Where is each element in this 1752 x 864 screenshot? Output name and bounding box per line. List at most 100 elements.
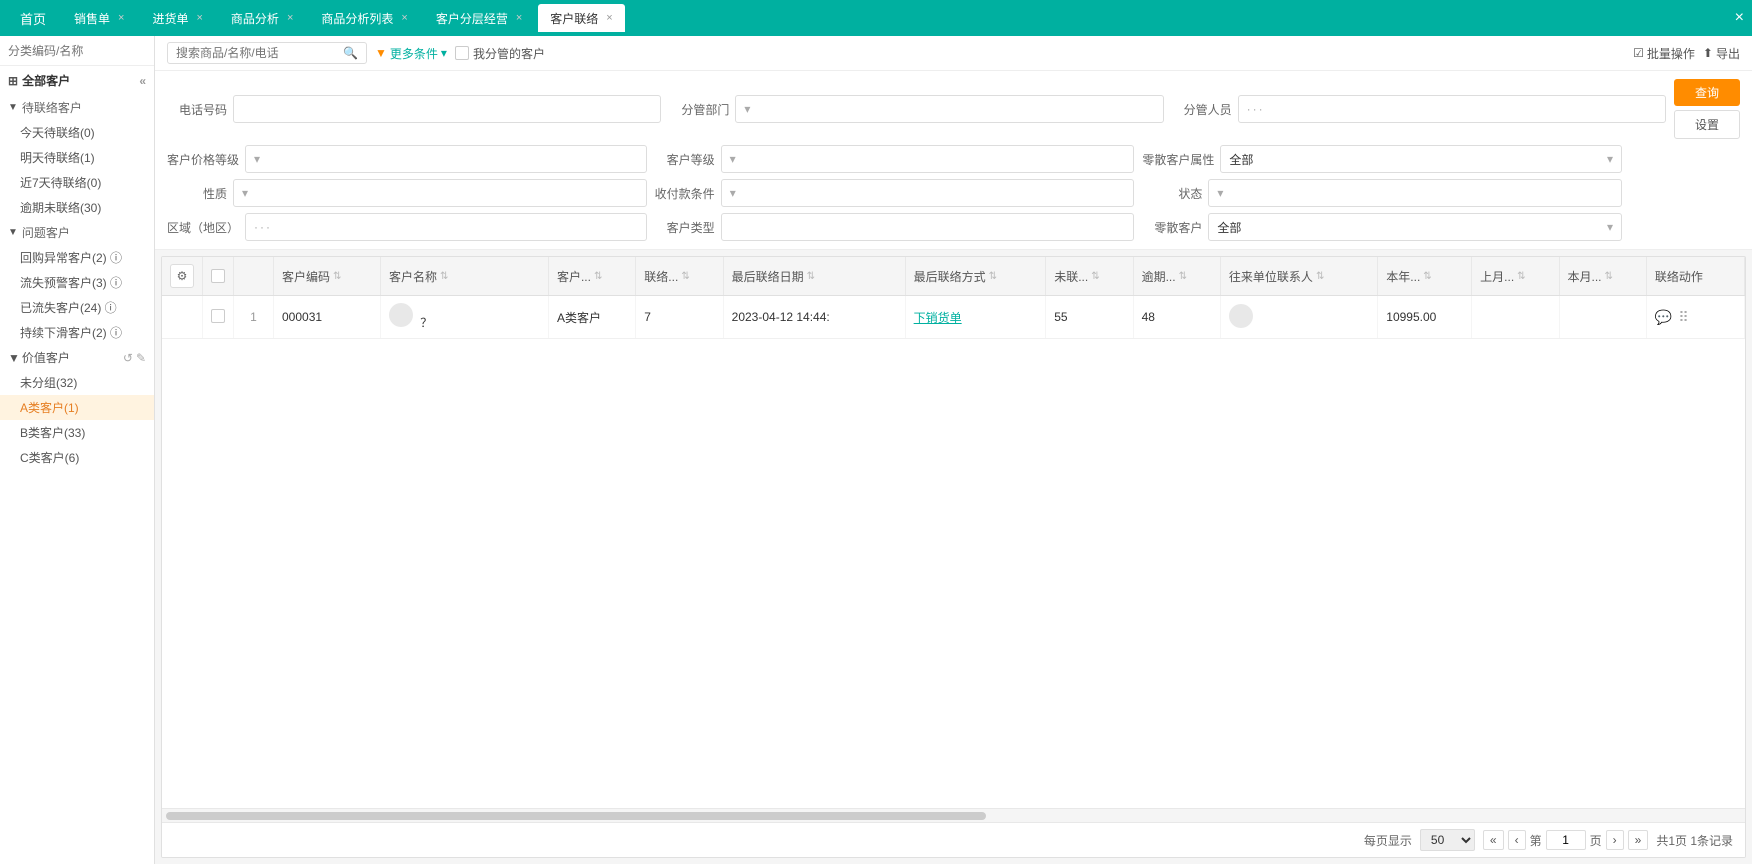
action-buttons: 查询 设置 (1674, 79, 1740, 139)
sort-customer-type[interactable]: ⇅ (594, 271, 602, 282)
scroll-thumb[interactable] (166, 812, 986, 820)
filter-input-region[interactable]: ··· (245, 213, 647, 241)
filter-search-icon[interactable]: 🔍 (343, 46, 358, 60)
close-tab-sales[interactable]: × (118, 12, 124, 24)
sort-not-contacted[interactable]: ⇅ (1091, 271, 1099, 282)
sidebar-item-unclassified[interactable]: 未分组(32) (0, 370, 154, 395)
sort-contact-count[interactable]: ⇅ (681, 271, 689, 282)
filter-row-1: 电话号码 分管部门 ▾ 分管人员 ··· 查询 设置 (167, 79, 1740, 139)
td-contact-action: 💬 ⠿ (1646, 296, 1744, 339)
scatter-customer-arrow: ▾ (1607, 220, 1613, 234)
th-this-month: 本月... ⇅ (1559, 257, 1646, 296)
more-filter-btn[interactable]: ▼ 更多条件 ▾ (375, 45, 447, 62)
nav-home[interactable]: 首页 (8, 9, 58, 28)
close-tab-analysis-list[interactable]: × (401, 12, 407, 24)
sort-this-month[interactable]: ⇅ (1605, 271, 1613, 282)
sidebar-item-churn-warning[interactable]: 流失预警客户(3) ⓘ (0, 270, 154, 295)
per-page-label: 每页显示 (1364, 832, 1412, 849)
sidebar-search-input[interactable] (8, 44, 155, 58)
th-overdue: 逾期... ⇅ (1133, 257, 1220, 296)
message-icon[interactable]: 💬 (1655, 309, 1672, 326)
settings-button[interactable]: 设置 (1674, 110, 1740, 139)
sidebar-item-overdue[interactable]: 逾期未联络(30) (0, 195, 154, 220)
nav-tab-sales[interactable]: 销售单 × (62, 4, 136, 32)
sort-last-contact-date[interactable]: ⇅ (807, 271, 815, 282)
sidebar-item-7days[interactable]: 近7天待联络(0) (0, 170, 154, 195)
sort-customer-name[interactable]: ⇅ (440, 271, 448, 282)
page-next-btn[interactable]: › (1606, 830, 1624, 850)
table-gear-btn[interactable]: ⚙ (170, 264, 194, 288)
nav-tab-customer-contact[interactable]: 客户联络 × (538, 4, 624, 32)
sidebar-item-declining[interactable]: 持续下滑客户(2) ⓘ (0, 320, 154, 345)
sidebar-section-problem[interactable]: ▼ 问题客户 (0, 220, 154, 245)
sort-unit-contact[interactable]: ⇅ (1316, 271, 1324, 282)
filter-input-payment[interactable]: ▾ (721, 179, 1135, 207)
qr-icon[interactable]: ⠿ (1678, 309, 1688, 326)
close-tab-customer-contact[interactable]: × (606, 12, 612, 24)
filter-input-phone[interactable] (233, 95, 661, 123)
sidebar-all-customers[interactable]: ⊞ 全部客户 « (0, 66, 154, 95)
my-customer-check-box[interactable] (455, 46, 469, 60)
sort-customer-code[interactable]: ⇅ (333, 271, 341, 282)
nav-tab-analysis-list[interactable]: 商品分析列表 × (309, 4, 419, 32)
filter-input-customer-level[interactable]: ▾ (721, 145, 1135, 173)
sidebar-item-churned[interactable]: 已流失客户(24) ⓘ (0, 295, 154, 320)
sidebar-section-value[interactable]: ▼ 价值客户 ↺ ✎ (0, 345, 154, 370)
sidebar-item-today[interactable]: 今天待联络(0) (0, 120, 154, 145)
page-first-btn[interactable]: « (1483, 830, 1504, 850)
sidebar-item-class-a[interactable]: A类客户(1) (0, 395, 154, 420)
th-unit-contact: 往来单位联系人 ⇅ (1220, 257, 1377, 296)
close-tab-customer-segment[interactable]: × (516, 12, 522, 24)
sidebar-item-tomorrow[interactable]: 明天待联络(1) (0, 145, 154, 170)
td-customer-code: 000031 (274, 296, 381, 339)
close-tab-purchase[interactable]: × (196, 12, 202, 24)
sidebar-collapse-icon[interactable]: « (139, 74, 146, 88)
triangle-icon-3: ▼ (8, 351, 20, 365)
th-last-month: 上月... ⇅ (1472, 257, 1559, 296)
th-checkbox[interactable] (211, 269, 225, 283)
page-size-select[interactable]: 50 100 200 (1420, 829, 1475, 851)
filter-input-nature[interactable]: ▾ (233, 179, 647, 207)
export-btn[interactable]: ⬆ 导出 (1703, 45, 1740, 62)
sidebar-item-repurchase-anomaly[interactable]: 回购异常客户(2) ⓘ (0, 245, 154, 270)
sort-this-year[interactable]: ⇅ (1423, 271, 1431, 282)
sidebar-section-pending[interactable]: ▼ 待联络客户 (0, 95, 154, 120)
row-checkbox[interactable] (211, 309, 225, 323)
filter-icon: ▼ (375, 46, 387, 60)
manager-dots: ··· (1247, 102, 1265, 116)
scatter-attr-arrow: ▾ (1607, 152, 1613, 166)
page-prev-btn[interactable]: ‹ (1508, 830, 1526, 850)
sidebar-item-class-b[interactable]: B类客户(33) (0, 420, 154, 445)
page-input[interactable] (1546, 830, 1586, 850)
nav-tab-analysis[interactable]: 商品分析 × (219, 4, 305, 32)
close-tab-analysis[interactable]: × (287, 12, 293, 24)
filter-field-scatter-attr: 零散客户属性 全部 ▾ (1142, 145, 1622, 173)
filter-search-input[interactable] (176, 46, 339, 60)
refresh-icon[interactable]: ↺ (123, 351, 133, 365)
filter-input-dept[interactable]: ▾ (735, 95, 1163, 123)
filter-field-customer-level: 客户等级 ▾ (655, 145, 1135, 173)
top-nav-close[interactable]: × (1735, 9, 1744, 27)
filter-input-price-level[interactable]: ▾ (245, 145, 647, 173)
search-button[interactable]: 查询 (1674, 79, 1740, 106)
sort-overdue[interactable]: ⇅ (1179, 271, 1187, 282)
page-last-btn[interactable]: » (1628, 830, 1649, 850)
nav-tab-purchase[interactable]: 进货单 × (140, 4, 214, 32)
nav-tab-customer-segment[interactable]: 客户分层经营 × (424, 4, 534, 32)
filter-input-customer-type[interactable] (721, 213, 1135, 241)
filter-field-customer-type: 客户类型 (655, 213, 1135, 241)
filter-input-scatter-customer[interactable]: 全部 ▾ (1208, 213, 1622, 241)
sort-last-month[interactable]: ⇅ (1517, 271, 1525, 282)
sidebar-item-class-c[interactable]: C类客户(6) (0, 445, 154, 470)
filter-input-manager[interactable]: ··· (1238, 95, 1666, 123)
th-num (234, 257, 274, 296)
sort-last-contact-method[interactable]: ⇅ (989, 271, 997, 282)
filter-input-status[interactable]: ▾ (1208, 179, 1622, 207)
batch-op-icon: ☑ (1633, 46, 1644, 60)
filter-input-scatter-attr[interactable]: 全部 ▾ (1220, 145, 1622, 173)
edit-icon[interactable]: ✎ (136, 351, 146, 365)
my-customer-checkbox[interactable]: 我分管的客户 (455, 45, 545, 62)
last-contact-method-link[interactable]: 下销货单 (914, 311, 962, 325)
filter-field-payment: 收付款条件 ▾ (655, 179, 1135, 207)
batch-op-btn[interactable]: ☑ 批量操作 (1633, 45, 1695, 62)
